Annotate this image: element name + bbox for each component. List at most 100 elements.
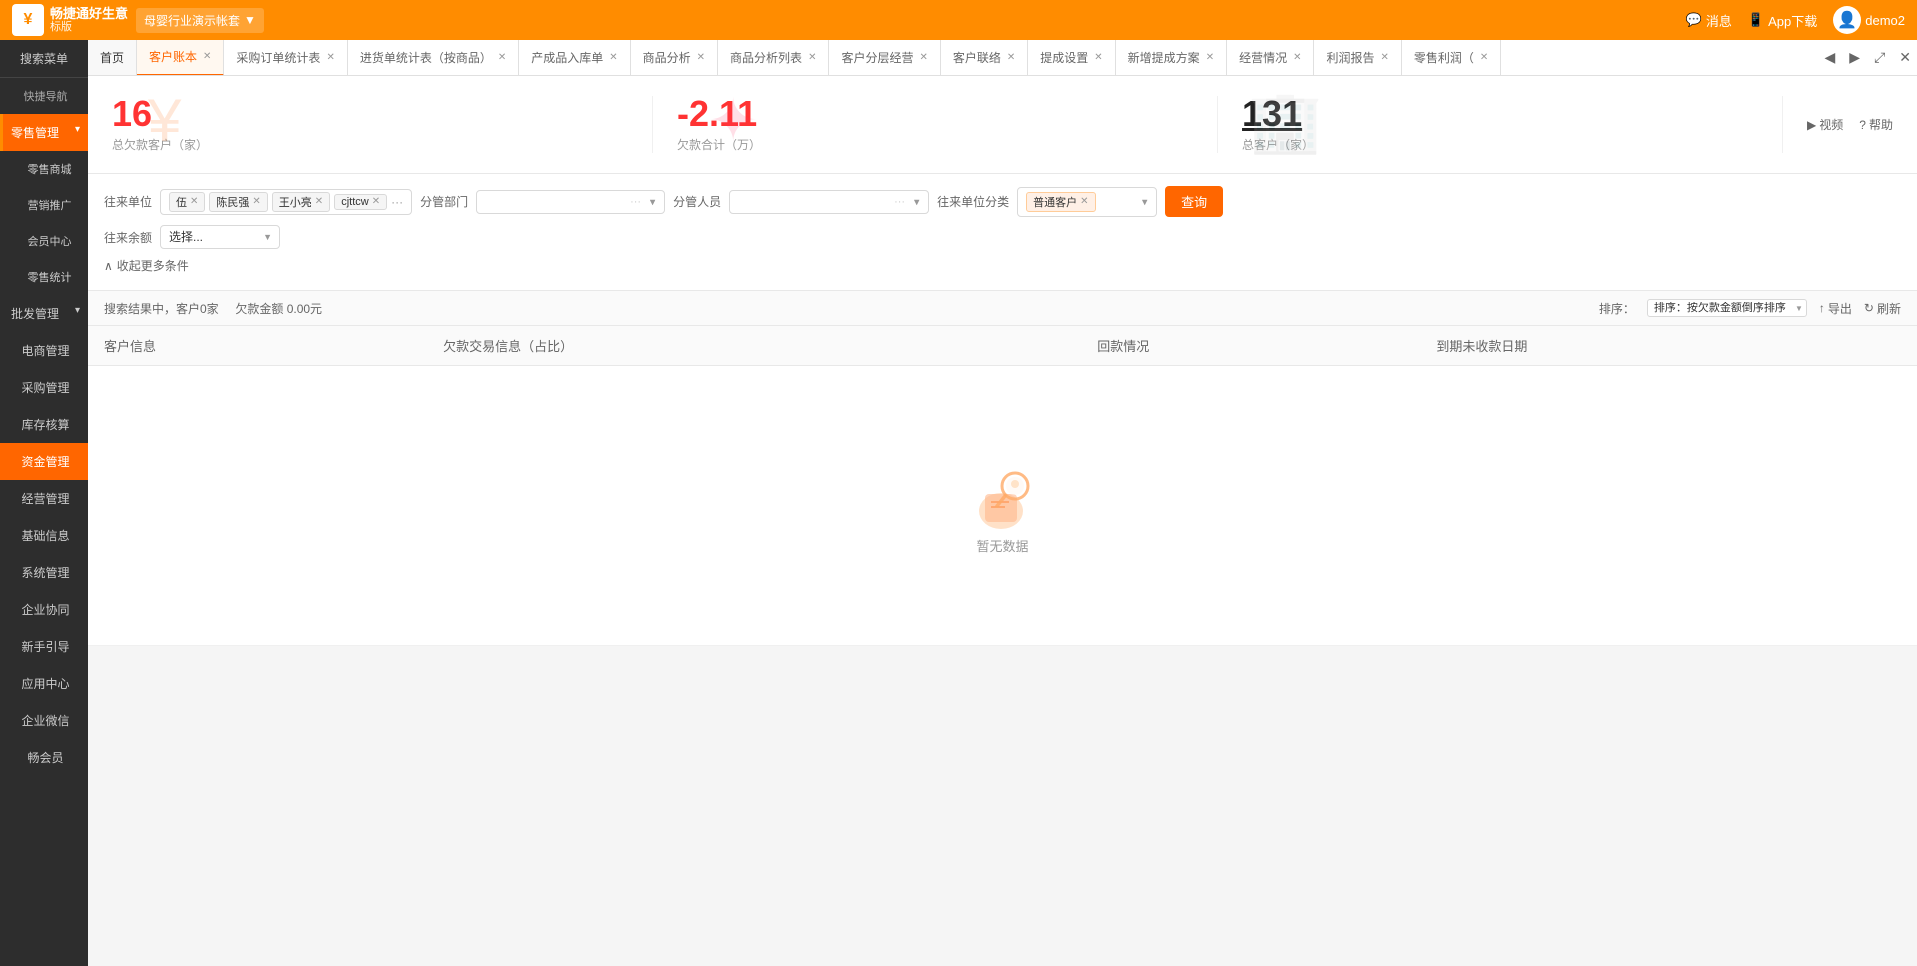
balance-select-wrap: 选择... [160,225,280,249]
unit-tag-group[interactable]: 伍 ✕ 陈民强 ✕ 王小亮 ✕ [160,189,412,215]
logo-text: 畅捷通好生意 标版 [50,6,128,35]
empty-row: 暂无数据 [88,366,1917,646]
sidebar-item-enterprise-wechat[interactable]: 企业微信 [0,702,88,739]
person-input[interactable] [729,190,929,214]
filter-tag-wangxiaoliang[interactable]: 王小亮 ✕ [272,192,330,212]
video-button[interactable]: ▶ 视频 [1807,116,1843,133]
sidebar-item-procurement[interactable]: 采购管理 [0,369,88,406]
table-container: 客户信息 欠款交易信息（占比） 回款情况 到期未收款日期 [88,326,1917,646]
filter-more-tags[interactable]: ··· [391,195,403,209]
unit-filter-label: 往来单位 [104,193,152,210]
tab-profit-report[interactable]: 利润报告 ✕ [1314,40,1401,76]
sidebar-item-wholesale[interactable]: 批发管理 ▾ [0,295,88,332]
avatar: 👤 [1833,6,1861,34]
logo-icon: ¥ [12,4,44,36]
tab-close-commission[interactable]: ✕ [1094,52,1102,63]
app-download-button[interactable]: 📱 App下载 [1748,11,1817,30]
refresh-button[interactable]: ↻ 刷新 [1864,300,1901,317]
sidebar-item-retail-stats[interactable]: 零售统计 [0,259,88,295]
filter-row-1: 往来单位 伍 ✕ 陈民强 ✕ 王小亮 [104,186,1901,217]
message-button[interactable]: 💬 消息 [1686,11,1732,30]
tab-close-profit-report[interactable]: ✕ [1381,52,1389,63]
tab-close-add-commission[interactable]: ✕ [1206,52,1214,63]
help-button[interactable]: ? 帮助 [1859,116,1893,133]
balance-select[interactable]: 选择... [160,225,280,249]
empty-state: 暂无数据 [104,376,1901,635]
dept-input[interactable] [476,190,665,214]
tag-close-cjttcw[interactable]: ✕ [372,196,380,207]
result-bar: 搜索结果中，客户0家 欠款金额 0.00元 排序： 排序：按欠款金额倒序排序 [88,291,1917,326]
filter-tag-wu[interactable]: 伍 ✕ [169,192,205,212]
tab-commission-settings[interactable]: 提成设置 ✕ [1028,40,1115,76]
tag-close-wang[interactable]: ✕ [315,196,323,207]
unit-type-tag-close[interactable]: ✕ [1080,196,1088,207]
tab-next-button[interactable]: ▶ [1843,49,1866,66]
sidebar-item-basic-info[interactable]: 基础信息 [0,517,88,554]
tab-product-analysis[interactable]: 商品分析 ✕ [631,40,718,76]
tab-close-operations[interactable]: ✕ [1293,52,1301,63]
sidebar-item-chang-member[interactable]: 畅会员 [0,739,88,776]
sidebar-search[interactable]: 搜索菜单 [0,40,88,78]
col-customer-info: 客户信息 [88,326,427,366]
collapse-button[interactable]: ∧ 收起更多条件 [104,257,1901,274]
tab-add-commission[interactable]: 新增提成方案 ✕ [1116,40,1227,76]
tab-close-all-button[interactable]: ✕ [1893,49,1917,66]
tab-customer-contact[interactable]: 客户联络 ✕ [941,40,1028,76]
tab-home[interactable]: 首页 [88,40,137,76]
tab-customer-ledger[interactable]: 客户账本 ✕ [137,40,224,76]
demo-selector[interactable]: 母婴行业演示帐套 ▼ [136,8,264,33]
tab-bar: 首页 客户账本 ✕ 采购订单统计表 ✕ 进货单统计表（按商品） ✕ 产成品入库单… [88,40,1917,76]
stats-section: ¥ ✦ 🏢 16 总欠款客户（家） -2.11 欠款合计（万） 131 总客户（… [88,76,1917,174]
sidebar-item-ecommerce[interactable]: 电商管理 [0,332,88,369]
search-menu-label[interactable]: 搜索菜单 [8,50,80,67]
tab-maximize-button[interactable]: ⤢ [1868,49,1891,66]
tab-prev-button[interactable]: ◀ [1819,49,1842,66]
sidebar-item-operations[interactable]: 经营管理 [0,480,88,517]
sidebar-item-enterprise-collab[interactable]: 企业协同 [0,591,88,628]
tab-close-customer-contact[interactable]: ✕ [1007,52,1015,63]
tab-purchase-order-stats[interactable]: 采购订单统计表 ✕ [224,40,347,76]
tab-close-retail-profit[interactable]: ✕ [1480,52,1488,63]
tab-close-product-inbound[interactable]: ✕ [609,52,617,63]
filter-tag-cjttcw[interactable]: cjttcw ✕ [334,194,387,210]
tab-close-customer-tier[interactable]: ✕ [919,52,927,63]
tab-customer-tier[interactable]: 客户分层经营 ✕ [829,40,940,76]
tab-incoming-stats[interactable]: 进货单统计表（按商品） ✕ [348,40,519,76]
tab-close-customer-ledger[interactable]: ✕ [203,51,211,62]
sidebar-item-inventory[interactable]: 库存核算 [0,406,88,443]
export-button[interactable]: ↑ 导出 [1819,300,1852,317]
data-table: 客户信息 欠款交易信息（占比） 回款情况 到期未收款日期 [88,326,1917,646]
tab-close-product-list[interactable]: ✕ [808,52,816,63]
tab-close-purchase-order[interactable]: ✕ [326,52,334,63]
empty-text: 暂无数据 [976,536,1028,555]
sort-select[interactable]: 排序：按欠款金额倒序排序 [1647,299,1807,317]
tab-product-inbound[interactable]: 产成品入库单 ✕ [519,40,630,76]
tag-close-wu[interactable]: ✕ [190,196,198,207]
tab-operations[interactable]: 经营情况 ✕ [1227,40,1314,76]
tab-close-product-analysis[interactable]: ✕ [697,52,705,63]
sidebar-item-retail-mall[interactable]: 零售商城 [0,151,88,187]
person-select-wrap: ▼ ··· [729,190,929,214]
sidebar-item-retail-management[interactable]: 零售管理 ▾ [0,114,88,151]
query-button[interactable]: 查询 [1165,186,1223,217]
stats-right-actions: ▶ 视频 ? 帮助 [1807,116,1893,133]
result-info: 搜索结果中，客户0家 欠款金额 0.00元 [104,300,322,317]
sidebar-item-system[interactable]: 系统管理 [0,554,88,591]
tab-close-incoming[interactable]: ✕ [498,52,506,63]
balance-filter-label: 往来余额 [104,229,152,246]
sidebar-item-beginner-guide[interactable]: 新手引导 [0,628,88,665]
sidebar-item-member-center[interactable]: 会员中心 [0,223,88,259]
sidebar-item-quick-nav[interactable]: 快捷导航 [0,78,88,114]
stat-num-customers: 16 [112,96,152,132]
tag-close-chen[interactable]: ✕ [252,196,260,207]
unit-type-field[interactable]: 普通客户 ✕ [1017,187,1157,217]
tab-retail-profit[interactable]: 零售利润（ ✕ [1402,40,1501,76]
user-menu[interactable]: 👤 demo2 [1833,6,1905,34]
sidebar-item-finance[interactable]: 资金管理 [0,443,88,480]
sidebar-item-marketing[interactable]: 营销推广 [0,187,88,223]
tab-product-analysis-list[interactable]: 商品分析列表 ✕ [718,40,829,76]
stat-icon-1: ¥ [148,86,181,155]
filter-tag-chenminqiang[interactable]: 陈民强 ✕ [209,192,267,212]
top-bar-left: ¥ 畅捷通好生意 标版 母婴行业演示帐套 ▼ [12,4,264,36]
sidebar-item-app-center[interactable]: 应用中心 [0,665,88,702]
